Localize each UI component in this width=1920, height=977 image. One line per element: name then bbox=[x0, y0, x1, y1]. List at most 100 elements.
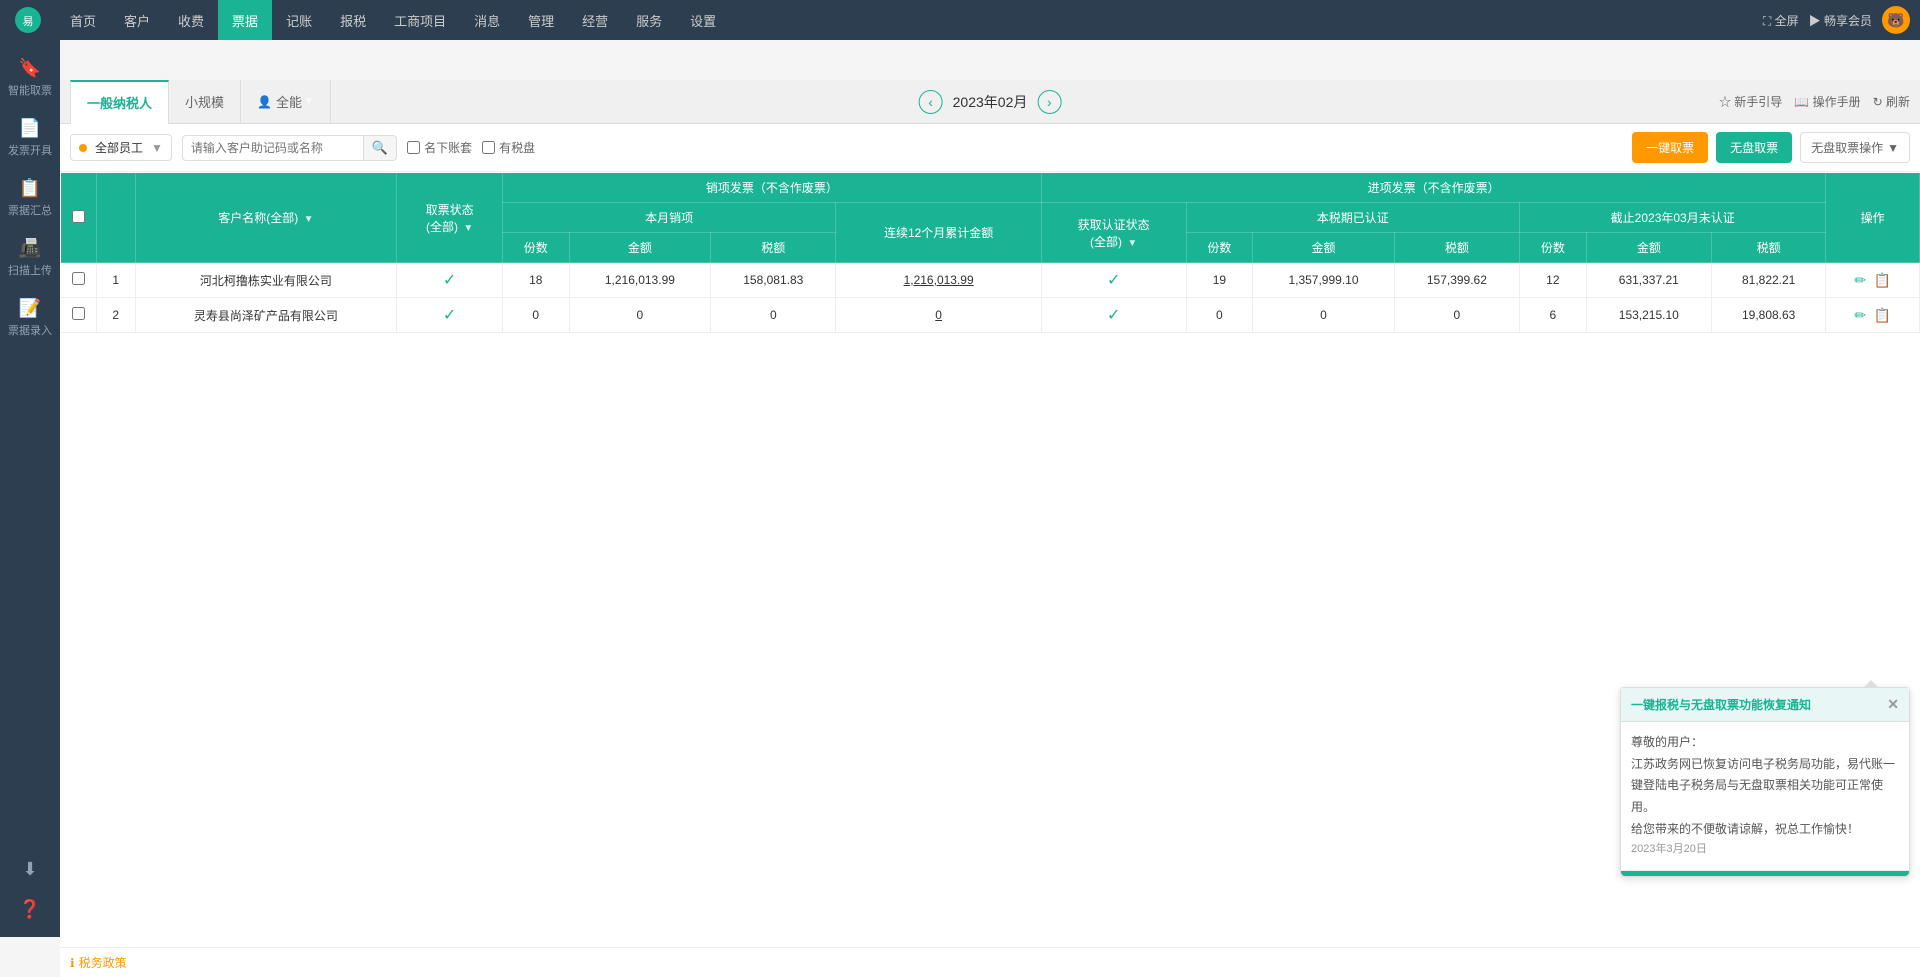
nav-tax[interactable]: 报税 bbox=[326, 0, 380, 40]
auth-filter-icon[interactable]: ▼ bbox=[1127, 238, 1137, 249]
employee-select[interactable]: 全部员工 ▼ bbox=[70, 134, 172, 161]
fullscreen-btn[interactable]: ⛶ 全屏 bbox=[1763, 12, 1799, 29]
nav-operation[interactable]: 经营 bbox=[568, 0, 622, 40]
top-nav: 易 首页 客户 收费 票据 记账 报税 工商项目 消息 管理 经营 服务 设置 … bbox=[0, 0, 1920, 40]
logo[interactable]: 易 bbox=[10, 2, 46, 38]
notification-footer bbox=[1621, 870, 1909, 876]
refresh-btn[interactable]: ↻ 刷新 bbox=[1873, 93, 1910, 110]
row2-name: 灵寿县尚泽矿产品有限公司 bbox=[135, 298, 397, 333]
checkbox-tax-disk[interactable]: 有税盘 bbox=[482, 139, 535, 156]
new-guide-btn[interactable]: ☆ 新手引导 bbox=[1719, 93, 1782, 110]
row1-acc-link[interactable]: 1,216,013.99 bbox=[904, 273, 974, 287]
scan-icon: 📠 bbox=[19, 238, 41, 259]
nav-items: 首页 客户 收费 票据 记账 报税 工商项目 消息 管理 经营 服务 设置 bbox=[56, 0, 1763, 40]
sidebar-item-summary[interactable]: 📋 票据汇总 bbox=[2, 170, 58, 226]
entry-icon: 📝 bbox=[19, 298, 41, 319]
sidebar-help-btn[interactable]: ❓ bbox=[2, 891, 58, 927]
row2-acc-link[interactable]: 0 bbox=[935, 308, 942, 322]
row1-edit-btn[interactable]: ✏ bbox=[1854, 272, 1866, 288]
th-pc-count: 份数 bbox=[1186, 233, 1253, 263]
bottom-text[interactable]: 税务政策 bbox=[79, 954, 127, 971]
nav-service[interactable]: 服务 bbox=[622, 0, 676, 40]
sidebar-label-summary: 票据汇总 bbox=[8, 202, 52, 218]
nav-invoice[interactable]: 票据 bbox=[218, 0, 272, 40]
nav-business[interactable]: 工商项目 bbox=[380, 0, 460, 40]
notification-header: 一键报税与无盘取票功能恢复通知 ✕ bbox=[1621, 688, 1909, 722]
checkbox-account[interactable]: 名下账套 bbox=[407, 139, 472, 156]
th-action: 操作 bbox=[1826, 173, 1920, 263]
nav-settings[interactable]: 设置 bbox=[676, 0, 730, 40]
sidebar-item-open-invoice[interactable]: 📄 发票开具 bbox=[2, 110, 58, 166]
row2-pc-count: 0 bbox=[1186, 298, 1253, 333]
manual-btn[interactable]: 📖 操作手册 bbox=[1794, 93, 1860, 110]
sidebar-item-entry[interactable]: 📝 票据录入 bbox=[2, 290, 58, 346]
row2-pc-amount: 0 bbox=[1253, 298, 1395, 333]
row1-auth-check: ✓ bbox=[1107, 272, 1120, 289]
row2-pu-amount: 153,215.10 bbox=[1586, 298, 1711, 333]
notification-content: 江苏政务网已恢复访问电子税务局功能，易代账一键登陆电子税务局与无盘取票相关功能可… bbox=[1631, 754, 1899, 819]
checkbox-tax-disk-input[interactable] bbox=[482, 141, 495, 154]
row1-pu-tax: 81,822.21 bbox=[1711, 263, 1825, 298]
nav-accounting[interactable]: 记账 bbox=[272, 0, 326, 40]
sidebar-download-btn[interactable]: ⬇ bbox=[2, 851, 58, 887]
nav-manage[interactable]: 管理 bbox=[514, 0, 568, 40]
tab-small[interactable]: 小规模 bbox=[169, 80, 241, 124]
nav-message[interactable]: 消息 bbox=[460, 0, 514, 40]
main-table: 客户名称(全部) ▼ 取票状态(全部) ▼ 销项发票（不含作废票） 进项发票（不… bbox=[60, 172, 1920, 333]
th-pu-amount: 金额 bbox=[1586, 233, 1711, 263]
notification-close-btn[interactable]: ✕ bbox=[1887, 696, 1899, 713]
membership-btn[interactable]: ▶ 畅享会员 bbox=[1809, 12, 1872, 29]
tab-general-label: 一般纳税人 bbox=[87, 93, 152, 112]
th-sales-month: 本月销项 bbox=[502, 203, 835, 233]
row2-status: ✓ bbox=[397, 298, 503, 333]
table-row: 2 灵寿县尚泽矿产品有限公司 ✓ 0 0 0 0 ✓ 0 0 0 6 153,2… bbox=[61, 298, 1920, 333]
row2-acc: 0 bbox=[836, 298, 1041, 333]
row1-sales-count: 18 bbox=[502, 263, 569, 298]
tab-right-actions: ☆ 新手引导 📖 操作手册 ↻ 刷新 bbox=[1719, 93, 1910, 110]
user-avatar[interactable]: 🐻 bbox=[1882, 6, 1910, 34]
period-selector: ‹ 2023年02月 › bbox=[919, 90, 1062, 114]
tab-general[interactable]: 一般纳税人 bbox=[70, 80, 169, 124]
no-disk-ops-btn[interactable]: 无盘取票操作 ▼ bbox=[1800, 132, 1910, 163]
row2-checkbox[interactable] bbox=[72, 307, 85, 320]
period-prev-btn[interactable]: ‹ bbox=[919, 90, 943, 114]
sidebar-label-scan: 扫描上传 bbox=[8, 262, 52, 278]
checkbox-account-input[interactable] bbox=[407, 141, 420, 154]
notification-title: 一键报税与无盘取票功能恢复通知 bbox=[1631, 696, 1811, 713]
table-row: 1 河北柯撸栋实业有限公司 ✓ 18 1,216,013.99 158,081.… bbox=[61, 263, 1920, 298]
no-disk-btn[interactable]: 无盘取票 bbox=[1716, 132, 1792, 163]
sidebar-item-scan[interactable]: 📠 扫描上传 bbox=[2, 230, 58, 286]
nav-home[interactable]: 首页 bbox=[56, 0, 110, 40]
sidebar-label-entry: 票据录入 bbox=[8, 322, 52, 338]
tab-dropdown-icon: ▼ bbox=[304, 96, 314, 107]
customer-filter-icon[interactable]: ▼ bbox=[304, 214, 314, 225]
row2-num: 2 bbox=[97, 298, 136, 333]
th-purchase-unconf: 截止2023年03月未认证 bbox=[1520, 203, 1826, 233]
row1-checkbox[interactable] bbox=[72, 272, 85, 285]
tab-row: 一般纳税人 小规模 👤 全能 ▼ ‹ 2023年02月 › ☆ 新手引导 📖 操… bbox=[60, 80, 1920, 124]
th-pu-count: 份数 bbox=[1520, 233, 1587, 263]
row1-pc-count: 19 bbox=[1186, 263, 1253, 298]
sidebar-label-smart-invoice: 智能取票 bbox=[8, 82, 52, 98]
search-btn[interactable]: 🔍 bbox=[363, 136, 396, 160]
period-next-btn[interactable]: › bbox=[1037, 90, 1061, 114]
one-key-btn[interactable]: 一键取票 bbox=[1632, 132, 1708, 163]
row2-view-btn[interactable]: 📋 bbox=[1874, 307, 1891, 323]
row1-view-btn[interactable]: 📋 bbox=[1874, 272, 1891, 288]
sidebar: 🔖 智能取票 📄 发票开具 📋 票据汇总 📠 扫描上传 📝 票据录入 ⬇ ❓ bbox=[0, 40, 60, 937]
th-checkbox bbox=[61, 173, 97, 263]
select-all-checkbox[interactable] bbox=[72, 210, 85, 223]
th-pc-tax: 税额 bbox=[1394, 233, 1519, 263]
th-sales-group: 销项发票（不含作废票） bbox=[502, 173, 1041, 203]
tab-all[interactable]: 👤 全能 ▼ bbox=[241, 80, 331, 124]
employee-dot bbox=[79, 144, 87, 152]
row2-auth: ✓ bbox=[1041, 298, 1186, 333]
status-filter-icon[interactable]: ▼ bbox=[463, 223, 473, 234]
row2-edit-btn[interactable]: ✏ bbox=[1854, 307, 1866, 323]
search-input[interactable] bbox=[183, 137, 363, 159]
th-purchase-confirmed: 本税期已认证 bbox=[1186, 203, 1519, 233]
nav-customer[interactable]: 客户 bbox=[110, 0, 164, 40]
sidebar-item-smart-invoice[interactable]: 🔖 智能取票 bbox=[2, 50, 58, 106]
th-num bbox=[97, 173, 136, 263]
nav-fee[interactable]: 收费 bbox=[164, 0, 218, 40]
